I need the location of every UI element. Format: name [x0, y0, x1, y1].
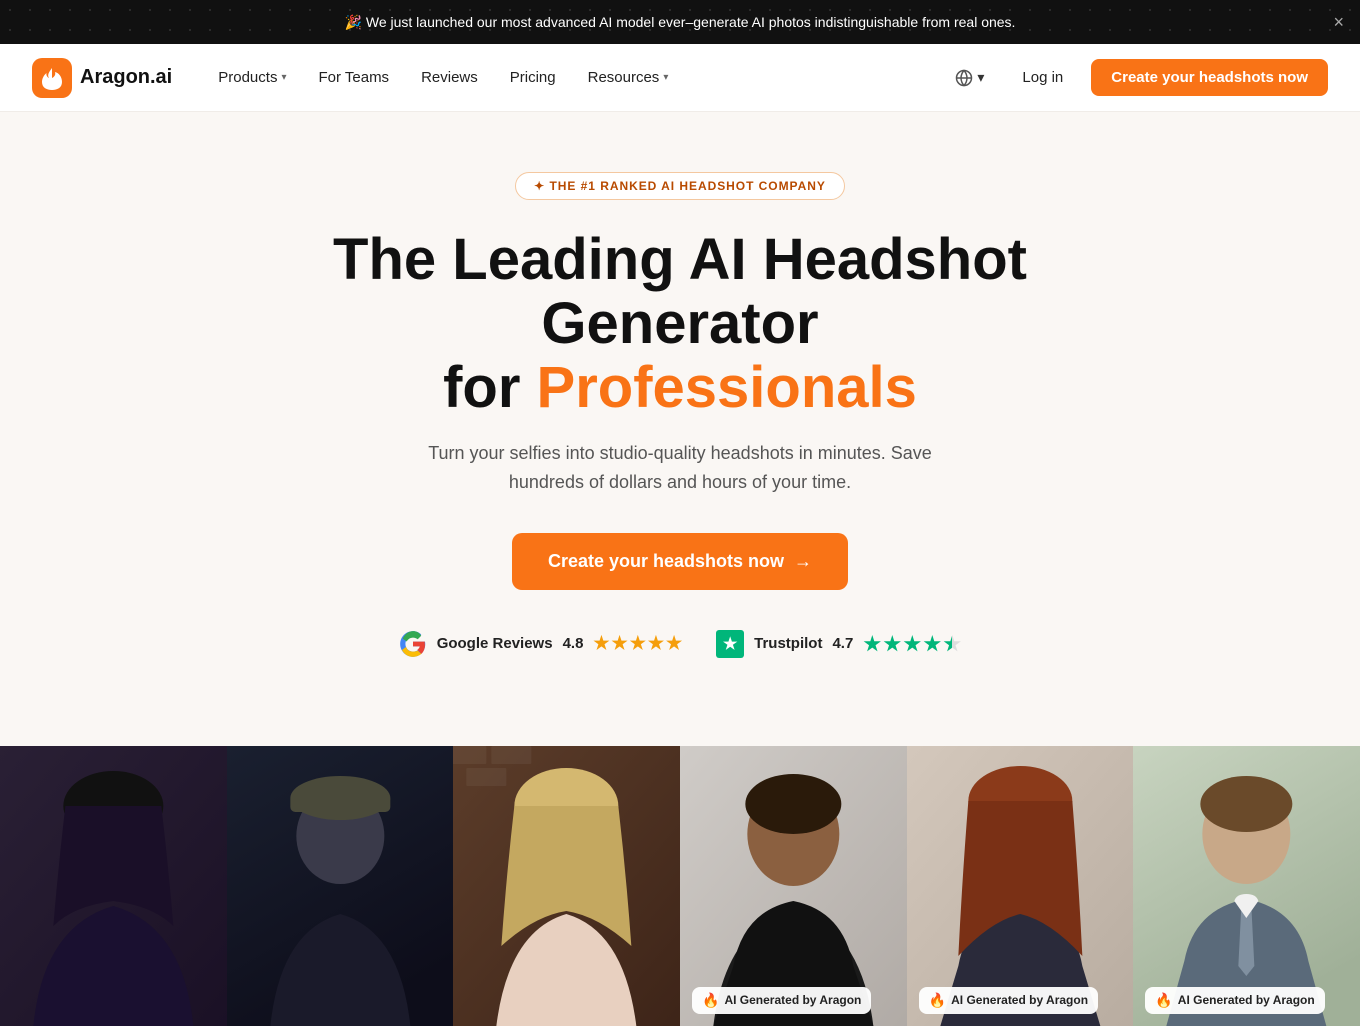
- logo-text: Aragon.ai: [80, 66, 172, 89]
- rank-badge: ✦ THE #1 RANKED AI HEADSHOT COMPANY: [515, 172, 845, 200]
- navbar: Aragon.ai Products ▾ For Teams Reviews P…: [0, 44, 1360, 112]
- person-silhouette-2: [227, 746, 454, 1026]
- person-silhouette-3: [453, 746, 680, 1026]
- nav-resources[interactable]: Resources ▾: [574, 61, 683, 94]
- google-reviews: Google Reviews 4.8 ★★★★★: [399, 630, 684, 658]
- nav-pricing[interactable]: Pricing: [496, 61, 570, 94]
- google-stars: ★★★★★: [593, 633, 684, 654]
- photo-1: [0, 746, 227, 1026]
- hero-subtitle: Turn your selfies into studio-quality he…: [420, 439, 940, 497]
- flame-icon-badge-5: 🔥: [929, 992, 946, 1009]
- trustpilot-rating: 4.7: [832, 635, 853, 652]
- flame-icon-badge-6: 🔥: [1155, 992, 1172, 1009]
- person-silhouette-6: [1133, 746, 1360, 1026]
- photo-3: [453, 746, 680, 1026]
- photo-2: [227, 746, 454, 1026]
- trustpilot-stars: [863, 635, 961, 653]
- flame-icon: [40, 66, 64, 90]
- nav-right: ▾ Log in Create your headshots now: [945, 59, 1328, 96]
- chevron-down-icon-lang: ▾: [977, 69, 984, 86]
- photo-5: 🔥 AI Generated by Aragon: [907, 746, 1134, 1026]
- google-label: Google Reviews: [437, 635, 553, 652]
- banner-close-button[interactable]: ×: [1333, 13, 1344, 31]
- hero-title-for: for: [443, 355, 536, 420]
- arrow-right-icon: →: [794, 551, 812, 572]
- chevron-down-icon: ▾: [281, 72, 286, 83]
- hero-section: ✦ THE #1 RANKED AI HEADSHOT COMPANY The …: [0, 112, 1360, 746]
- hero-title: The Leading AI Headshot Generator for Pr…: [300, 228, 1060, 419]
- person-silhouette-4: [680, 746, 907, 1026]
- reviews-row: Google Reviews 4.8 ★★★★★ ★ Trustpilot 4.…: [20, 630, 1340, 658]
- person-silhouette-1: [0, 746, 227, 1026]
- ai-badge-4: 🔥 AI Generated by Aragon: [692, 987, 871, 1014]
- google-rating: 4.8: [563, 635, 584, 652]
- photo-6: 🔥 AI Generated by Aragon: [1133, 746, 1360, 1026]
- flame-icon-badge: 🔥: [702, 992, 719, 1009]
- photo-grid: 🔥 AI Generated by Aragon 🔥 AI Generated: [0, 746, 1360, 1026]
- nav-for-teams[interactable]: For Teams: [304, 61, 403, 94]
- trustpilot-icon: ★: [716, 630, 744, 658]
- hero-cta-button[interactable]: Create your headshots now →: [512, 533, 848, 590]
- hero-title-highlight: Professionals: [537, 355, 917, 420]
- ai-badge-6: 🔥 AI Generated by Aragon: [1145, 987, 1324, 1014]
- globe-icon: [955, 69, 973, 87]
- banner-text: 🎉 We just launched our most advanced AI …: [345, 14, 1016, 31]
- nav-reviews[interactable]: Reviews: [407, 61, 492, 94]
- person-silhouette-5: [907, 746, 1134, 1026]
- login-button[interactable]: Log in: [1006, 61, 1079, 94]
- logo-link[interactable]: Aragon.ai: [32, 58, 172, 98]
- photo-4: 🔥 AI Generated by Aragon: [680, 746, 907, 1026]
- chevron-down-icon-resources: ▾: [663, 72, 668, 83]
- announcement-banner: 🎉 We just launched our most advanced AI …: [0, 0, 1360, 44]
- ai-badge-5: 🔥 AI Generated by Aragon: [919, 987, 1098, 1014]
- trustpilot-reviews: ★ Trustpilot 4.7: [716, 630, 961, 658]
- trustpilot-label: Trustpilot: [754, 635, 822, 652]
- google-icon: [399, 630, 427, 658]
- logo-icon: [32, 58, 72, 98]
- nav-links: Products ▾ For Teams Reviews Pricing Res…: [204, 61, 945, 94]
- language-selector[interactable]: ▾: [945, 63, 994, 93]
- nav-cta-button[interactable]: Create your headshots now: [1091, 59, 1328, 96]
- nav-products[interactable]: Products ▾: [204, 61, 300, 94]
